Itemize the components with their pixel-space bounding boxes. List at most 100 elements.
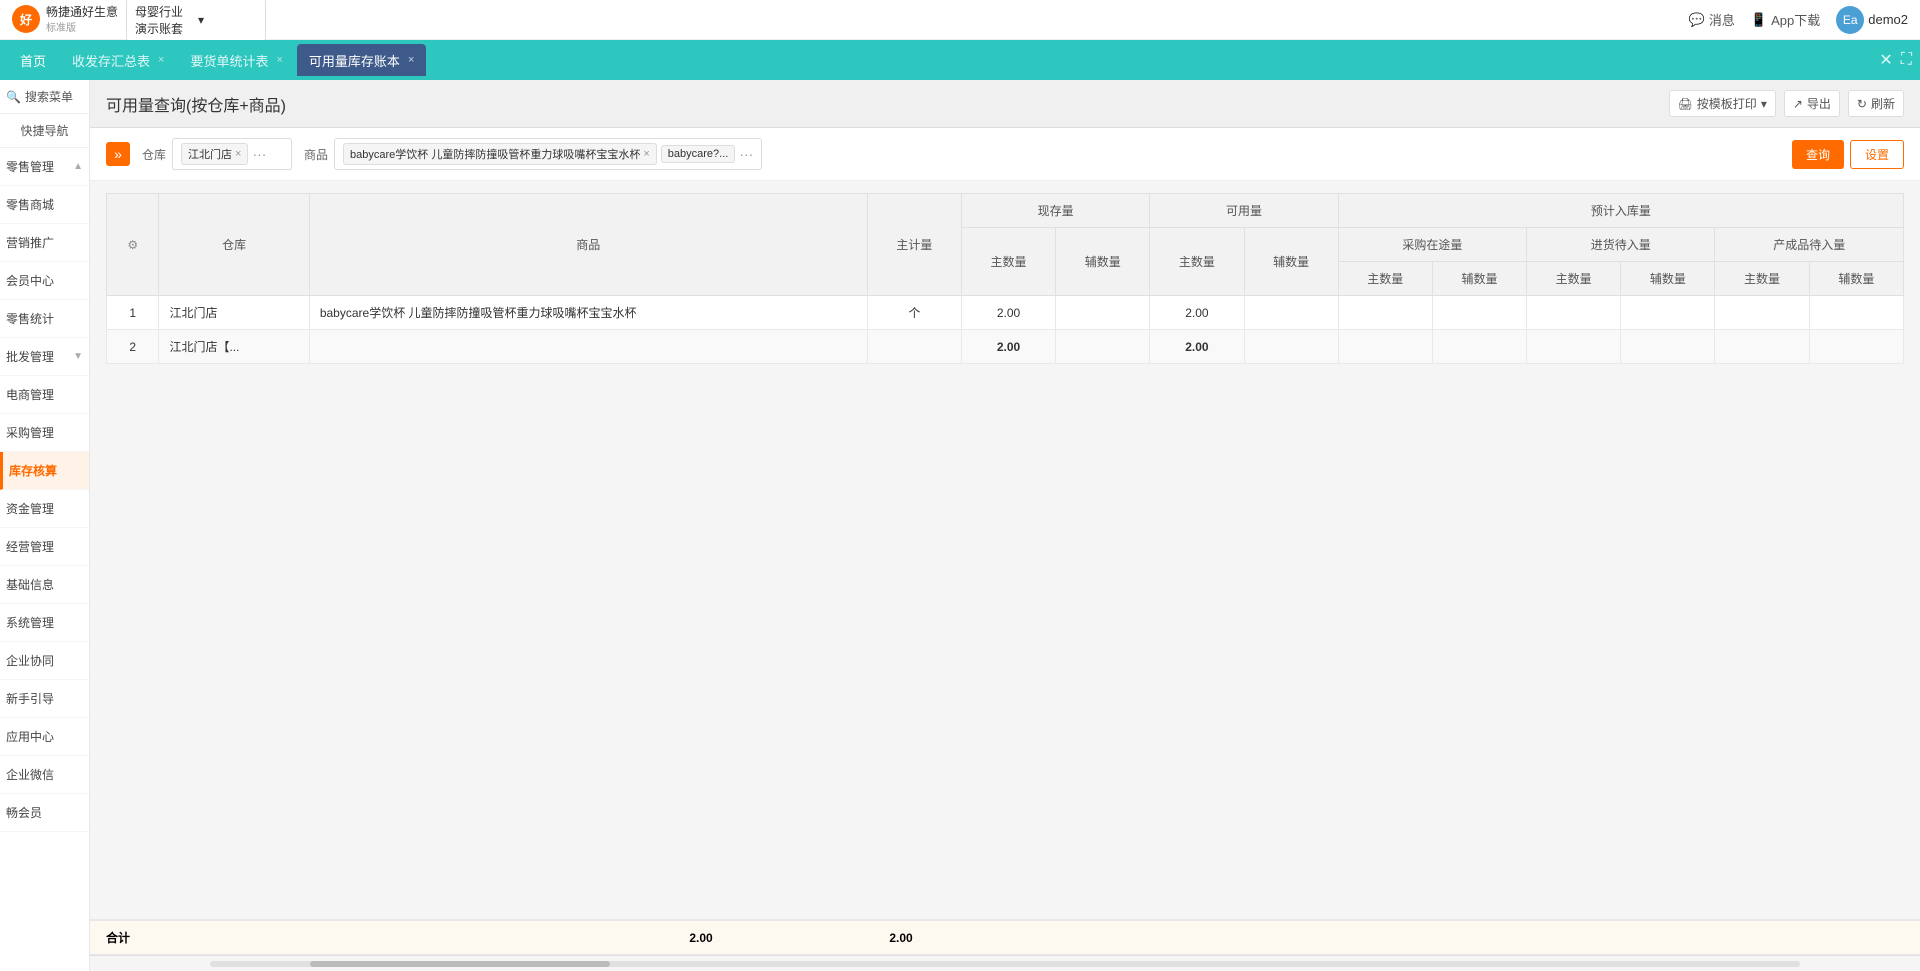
sidebar-item-system-mgmt-label: 系统管理: [6, 614, 54, 631]
row2-stock-aux: [1056, 330, 1150, 364]
scrollbar-thumb[interactable]: [310, 961, 610, 967]
th-settings[interactable]: ⚙: [107, 194, 159, 296]
chevron-down-icon: ▾: [1761, 97, 1767, 111]
filter-expand-button[interactable]: »: [106, 142, 130, 166]
refresh-label: 刷新: [1871, 95, 1895, 112]
row1-stock-main: 2.00: [961, 296, 1055, 330]
sidebar-item-enterprise-wechat[interactable]: 企业微信: [0, 756, 89, 794]
sidebar-item-marketing[interactable]: 营销推广: [0, 224, 89, 262]
avatar: Ea: [1836, 6, 1864, 34]
goods-tag2: babycare?...: [661, 145, 736, 163]
chevron-down-icon: ▾: [198, 13, 257, 27]
logo-icon: 好: [12, 5, 40, 33]
goods-filter-more-icon[interactable]: ···: [739, 146, 753, 162]
sidebar-item-app-center[interactable]: 应用中心: [0, 718, 89, 756]
scrollbar-area: [90, 955, 1920, 971]
sidebar-item-inventory[interactable]: 库存核算: [0, 452, 89, 490]
refresh-icon: ↻: [1857, 97, 1867, 111]
sidebar-item-wholesale-mgmt[interactable]: 批发管理 ▼: [0, 338, 89, 376]
goods-filter-input[interactable]: babycare学饮杯 儿童防摔防撞吸管杯重力球吸嘴杯宝宝水杯 × babyca…: [334, 138, 762, 170]
row2-fp-aux: [1809, 330, 1903, 364]
row2-index: 2: [107, 330, 159, 364]
top-bar-right: 💬 消息 📱 App下载 Ea demo2: [1689, 6, 1908, 34]
th-fp-main: 主数量: [1715, 262, 1809, 296]
tab-maximize[interactable]: ⛶: [1901, 51, 1912, 69]
row2-ip-aux: [1621, 330, 1715, 364]
expand-icon: ▲: [73, 161, 83, 172]
sidebar-item-app-center-label: 应用中心: [6, 728, 54, 745]
tab-receipts-close[interactable]: ×: [158, 54, 164, 66]
row1-warehouse: 江北门店: [159, 296, 309, 330]
tab-receipts[interactable]: 收发存汇总表 ×: [60, 44, 176, 76]
sidebar-item-retail-mall[interactable]: 零售商城: [0, 186, 89, 224]
th-ip-main: 主数量: [1527, 262, 1621, 296]
warehouse-filter-input[interactable]: 江北门店 × ···: [172, 138, 292, 170]
page-actions: 🖨 按模板打印 ▾ ↗ 导出 ↻ 刷新: [1669, 90, 1904, 117]
tab-close-all[interactable]: ✕: [1879, 50, 1892, 70]
workspace-selector[interactable]: 母婴行业演示账套 ▾: [126, 0, 266, 42]
goods-filter-label: 商品: [304, 146, 328, 163]
total-avail-main: 2.00: [846, 931, 956, 945]
sidebar-item-finance-mgmt[interactable]: 资金管理: [0, 490, 89, 528]
filter-more-icon[interactable]: ···: [252, 146, 266, 162]
print-button[interactable]: 🖨 按模板打印 ▾: [1669, 90, 1776, 117]
sidebar-item-purchase-mgmt[interactable]: 采购管理: [0, 414, 89, 452]
sidebar-item-system-mgmt[interactable]: 系统管理: [0, 604, 89, 642]
goods-tag1: babycare学饮杯 儿童防摔防撞吸管杯重力球吸嘴杯宝宝水杯 ×: [343, 143, 657, 165]
th-stock-main: 主数量: [961, 228, 1055, 296]
refresh-button[interactable]: ↻ 刷新: [1848, 90, 1904, 117]
table-container: ⚙ 仓库 商品 主计量 现存量 可用量 预计入库量 主数量 辅数量 主数量 辅数…: [90, 181, 1920, 919]
app-name: 畅捷通好生意: [46, 5, 118, 19]
print-label: 按模板打印: [1697, 95, 1757, 112]
scrollbar-track[interactable]: [210, 961, 1800, 967]
th-planned-inbound: 预计入库量: [1338, 194, 1903, 228]
app-download-button[interactable]: 📱 App下载: [1751, 10, 1820, 29]
th-warehouse: 仓库: [159, 194, 309, 296]
row1-ip-main: [1527, 296, 1621, 330]
tab-bar-actions: ✕ ⛶: [1879, 50, 1920, 70]
tab-available-stock-close[interactable]: ×: [408, 54, 414, 66]
tab-order-stats-close[interactable]: ×: [276, 54, 282, 66]
footer-total: 合计 2.00 2.00: [90, 919, 1920, 955]
sidebar-item-member-center[interactable]: 会员中心: [0, 262, 89, 300]
table-row: 1 江北门店 babycare学饮杯 儿童防摔防撞吸管杯重力球吸嘴杯宝宝水杯 个…: [107, 296, 1904, 330]
sidebar-item-basic-info[interactable]: 基础信息: [0, 566, 89, 604]
sidebar-item-vip-member[interactable]: 畅会员: [0, 794, 89, 832]
sidebar-search-label: 搜索菜单: [25, 88, 73, 105]
row1-stock-aux: [1056, 296, 1150, 330]
sidebar-item-inventory-label: 库存核算: [9, 462, 57, 479]
settings-icon[interactable]: ⚙: [127, 238, 138, 252]
sidebar-item-retail-stats-label: 零售统计: [6, 310, 54, 327]
app-download-label: App下载: [1771, 10, 1820, 29]
setting-button[interactable]: 设置: [1850, 140, 1904, 169]
goods-tag1-close[interactable]: ×: [643, 148, 649, 160]
warehouse-filter-group: 仓库 江北门店 × ···: [142, 138, 292, 170]
export-button[interactable]: ↗ 导出: [1784, 90, 1840, 117]
th-current-stock: 现存量: [961, 194, 1149, 228]
tab-home[interactable]: 首页: [8, 44, 58, 76]
sidebar-quick-nav[interactable]: 快捷导航: [0, 114, 89, 148]
collapse-icon: ▼: [73, 351, 83, 362]
sidebar-item-operations-mgmt[interactable]: 经营管理: [0, 528, 89, 566]
sidebar-item-basic-info-label: 基础信息: [6, 576, 54, 593]
th-available: 可用量: [1150, 194, 1338, 228]
sidebar-item-new-guide[interactable]: 新手引导: [0, 680, 89, 718]
filter-bar: » 仓库 江北门店 × ··· 商品 babycare学饮杯 儿童防摔防撞吸管杯…: [90, 128, 1920, 181]
logo-area: 好 畅捷通好生意 标准版: [12, 5, 118, 34]
sidebar-item-enterprise-collab[interactable]: 企业协同: [0, 642, 89, 680]
sidebar-item-ecommerce-mgmt[interactable]: 电商管理: [0, 376, 89, 414]
user-area[interactable]: Ea demo2: [1836, 6, 1908, 34]
sidebar-item-vip-member-label: 畅会员: [6, 804, 42, 821]
sidebar-search[interactable]: 🔍 搜索菜单: [0, 80, 89, 114]
warehouse-tag-close[interactable]: ×: [235, 148, 241, 160]
message-label: 消息: [1709, 10, 1735, 29]
sidebar-item-retail-mgmt[interactable]: 零售管理 ▲: [0, 148, 89, 186]
row1-ip-aux: [1621, 296, 1715, 330]
tab-order-stats[interactable]: 要货单统计表 ×: [178, 44, 294, 76]
message-button[interactable]: 💬 消息: [1689, 10, 1735, 29]
tab-available-stock[interactable]: 可用量库存账本 ×: [297, 44, 426, 76]
sidebar-item-retail-stats[interactable]: 零售统计: [0, 300, 89, 338]
sidebar-item-purchase-mgmt-label: 采购管理: [6, 424, 54, 441]
query-button[interactable]: 查询: [1792, 140, 1844, 169]
tab-available-stock-label: 可用量库存账本: [309, 51, 400, 70]
